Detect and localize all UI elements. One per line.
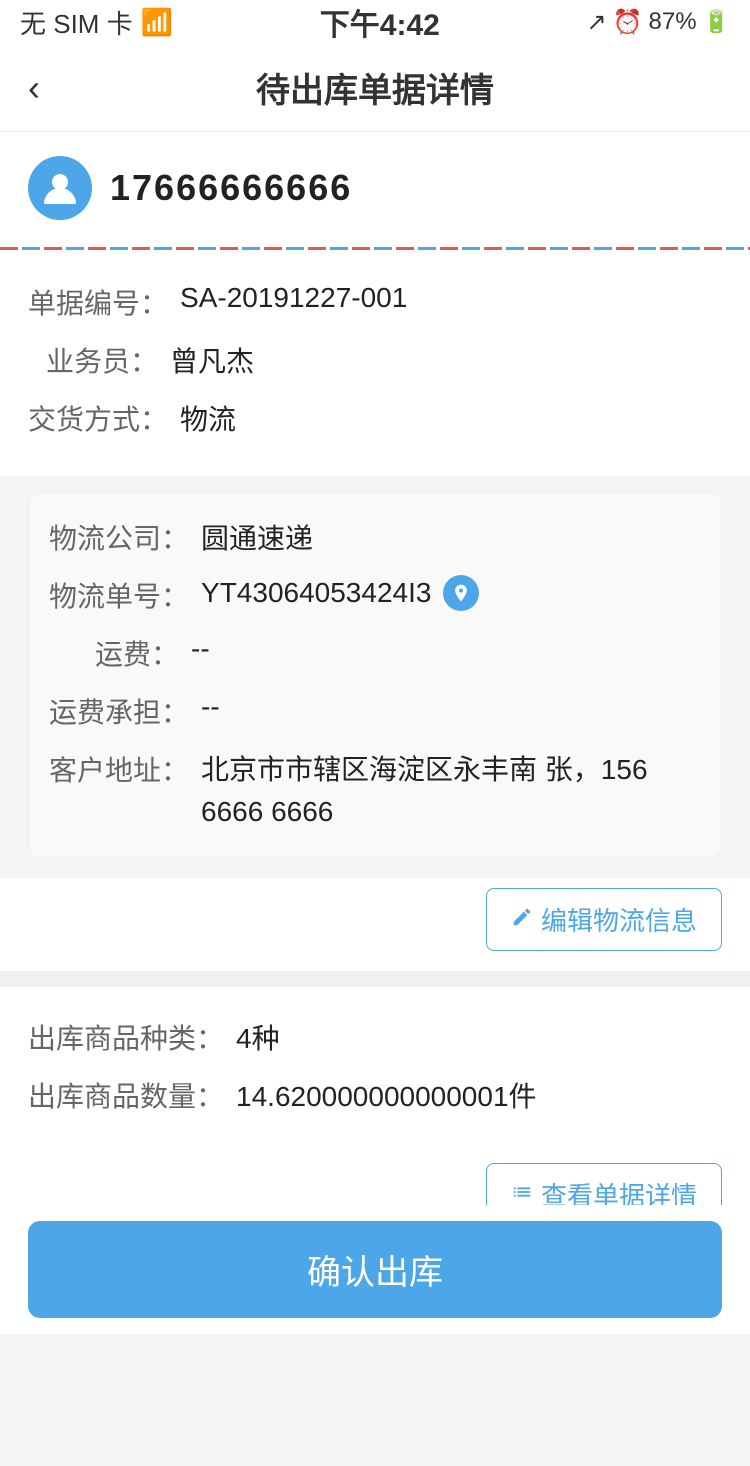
order-number-value: SA-20191227-001 xyxy=(180,282,722,314)
status-bar: 无 SIM 卡 📶 下午4:42 ↗ ⏰ 87% 🔋 xyxy=(0,0,750,44)
status-time: 下午4:42 xyxy=(320,0,440,44)
freight-value: -- xyxy=(191,633,701,665)
avatar xyxy=(28,156,92,220)
battery-icon: 🔋 xyxy=(703,9,730,35)
edit-logistics-button[interactable]: 编辑物流信息 xyxy=(486,888,722,951)
salesman-value: 曾凡杰 xyxy=(170,340,722,380)
tracking-number-row: 物流单号： YT43064053424I3 xyxy=(49,575,701,615)
address-value: 北京市市辖区海淀区永丰南 张，156 6666 6666 xyxy=(201,749,701,833)
logistics-company-row: 物流公司： 圆通速递 xyxy=(49,517,701,557)
nav-bar: ‹ 待出库单据详情 xyxy=(0,44,750,132)
tracking-location-icon[interactable] xyxy=(443,575,479,611)
logistics-company-value: 圆通速递 xyxy=(201,517,701,557)
order-info-section: 单据编号： SA-20191227-001 业务员： 曾凡杰 交货方式： 物流 xyxy=(0,252,750,476)
logistics-company-label: 物流公司： xyxy=(49,517,189,557)
wifi-icon: 📶 xyxy=(141,7,173,38)
edit-logistics-label: 编辑物流信息 xyxy=(541,901,697,938)
salesman-label: 业务员： xyxy=(28,340,158,380)
delivery-row: 交货方式： 物流 xyxy=(28,398,722,438)
freight-bear-row: 运费承担： -- xyxy=(49,691,701,731)
goods-types-value: 4种 xyxy=(236,1017,280,1057)
freight-bear-label: 运费承担： xyxy=(49,691,189,731)
status-right: ↗ ⏰ 87% 🔋 xyxy=(587,8,730,37)
back-button[interactable]: ‹ xyxy=(28,67,40,109)
goods-quantity-value: 14.620000000000001件 xyxy=(236,1075,537,1115)
address-label: 客户地址： xyxy=(49,749,189,789)
customer-phone: 17666666666 xyxy=(110,167,352,209)
freight-row: 运费： -- xyxy=(49,633,701,673)
address-row: 客户地址： 北京市市辖区海淀区永丰南 张，156 6666 6666 xyxy=(49,749,701,833)
battery-level: 87% xyxy=(649,8,697,36)
edit-btn-row: 编辑物流信息 xyxy=(0,878,750,971)
logistics-card: 物流公司： 圆通速递 物流单号： YT43064053424I3 运费： -- … xyxy=(28,492,722,858)
status-left: 无 SIM 卡 📶 xyxy=(20,4,173,41)
goods-types-row: 出库商品种类： 4种 xyxy=(28,1017,722,1057)
alarm-icon: ⏰ xyxy=(613,8,643,37)
section-separator xyxy=(0,971,750,987)
dashed-divider xyxy=(0,244,750,252)
delivery-value: 物流 xyxy=(180,398,722,438)
salesman-row: 业务员： 曾凡杰 xyxy=(28,340,722,380)
tracking-number-label: 物流单号： xyxy=(49,575,189,615)
tracking-number-value: YT43064053424I3 xyxy=(201,575,701,611)
freight-label: 运费： xyxy=(49,633,179,673)
customer-header: 17666666666 xyxy=(0,132,750,244)
goods-quantity-label: 出库商品数量： xyxy=(28,1075,224,1115)
confirm-outbound-button[interactable]: 确认出库 xyxy=(28,1221,722,1318)
edit-icon xyxy=(511,904,533,935)
delivery-label: 交货方式： xyxy=(28,398,168,438)
goods-section: 出库商品种类： 4种 出库商品数量： 14.620000000000001件 xyxy=(0,987,750,1153)
confirm-btn-container: 确认出库 xyxy=(0,1205,750,1334)
sim-status: 无 SIM 卡 xyxy=(20,4,133,41)
location-status-icon: ↗ xyxy=(587,8,607,37)
order-number-row: 单据编号： SA-20191227-001 xyxy=(28,282,722,322)
goods-types-label: 出库商品种类： xyxy=(28,1017,224,1057)
page-title: 待出库单据详情 xyxy=(256,63,494,112)
freight-bear-value: -- xyxy=(201,691,701,723)
order-number-label: 单据编号： xyxy=(28,282,168,322)
goods-quantity-row: 出库商品数量： 14.620000000000001件 xyxy=(28,1075,722,1115)
